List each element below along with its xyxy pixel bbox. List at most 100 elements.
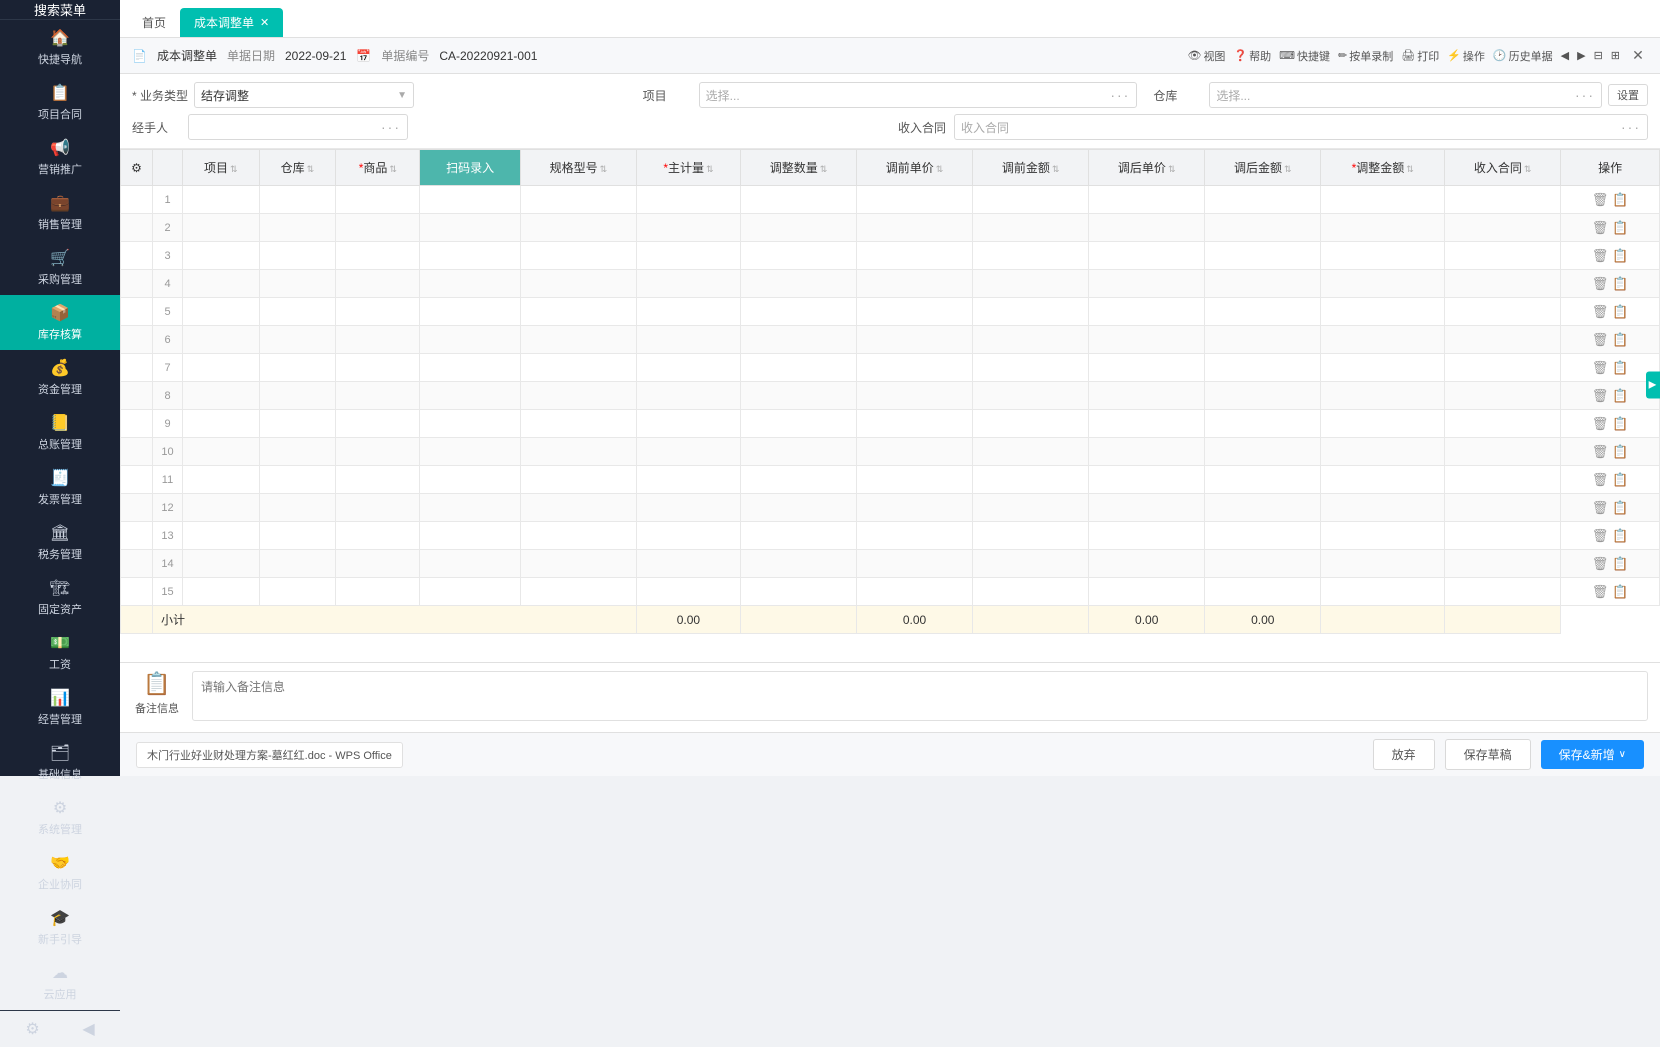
cell-before-amount[interactable] — [973, 242, 1089, 270]
sidebar-item-basic-info[interactable]: 🗂基础信息 — [0, 735, 120, 790]
delete-row-btn[interactable]: 🗑 — [1592, 304, 1609, 320]
cell-project[interactable] — [183, 326, 260, 354]
col-before-price[interactable]: 调前单价⇅ — [857, 150, 973, 186]
cell-after-price[interactable] — [1089, 382, 1205, 410]
sidebar-item-sales-promo[interactable]: 📢营销推广 — [0, 130, 120, 185]
cell-income-contract[interactable] — [1445, 354, 1561, 382]
cell-before-amount[interactable] — [973, 354, 1089, 382]
cell-after-price[interactable] — [1089, 242, 1205, 270]
cell-product[interactable] — [336, 522, 420, 550]
copy-row-btn[interactable]: 📋 — [1612, 276, 1628, 292]
cell-product[interactable] — [336, 326, 420, 354]
tab-cost-adjust[interactable]: 成本调整单✕ — [180, 8, 283, 37]
cell-after-amount[interactable] — [1205, 186, 1321, 214]
cell-after-price[interactable] — [1089, 326, 1205, 354]
cell-warehouse[interactable] — [259, 326, 336, 354]
delete-row-btn[interactable]: 🗑 — [1592, 332, 1609, 348]
cell-unit[interactable] — [636, 578, 740, 606]
cell-scan-input[interactable] — [420, 410, 520, 438]
delete-row-btn[interactable]: 🗑 — [1592, 416, 1609, 432]
cell-before-amount[interactable] — [973, 410, 1089, 438]
cell-adjust-qty[interactable] — [740, 494, 856, 522]
cell-project[interactable] — [183, 186, 260, 214]
cell-after-price[interactable] — [1089, 410, 1205, 438]
cell-warehouse[interactable] — [259, 242, 336, 270]
cell-before-amount[interactable] — [973, 214, 1089, 242]
cell-scan-input[interactable] — [420, 494, 520, 522]
cell-adjust-qty[interactable] — [740, 354, 856, 382]
cell-unit[interactable] — [636, 242, 740, 270]
cell-adjust-amount[interactable] — [1321, 410, 1445, 438]
cell-adjust-amount[interactable] — [1321, 298, 1445, 326]
cell-adjust-qty[interactable] — [740, 438, 856, 466]
save-draft-button[interactable]: 保存草稿 — [1445, 739, 1531, 770]
cell-warehouse[interactable] — [259, 410, 336, 438]
cell-unit[interactable] — [636, 466, 740, 494]
cell-after-amount[interactable] — [1205, 494, 1321, 522]
business-type-input[interactable]: 结存调整 ▼ — [194, 82, 414, 108]
cell-project[interactable] — [183, 354, 260, 382]
cell-before-amount[interactable] — [973, 522, 1089, 550]
cell-scan-input[interactable] — [420, 466, 520, 494]
toolbar-print-btn[interactable]: 🖨 打印 — [1401, 48, 1439, 64]
cell-before-amount[interactable] — [973, 550, 1089, 578]
cell-spec[interactable] — [520, 494, 636, 522]
cell-scan-input[interactable] — [420, 270, 520, 298]
copy-row-btn[interactable]: 📋 — [1612, 528, 1628, 544]
col-adjust-amount[interactable]: *调整金额⇅ — [1321, 150, 1445, 186]
cell-spec[interactable] — [520, 550, 636, 578]
cell-after-price[interactable] — [1089, 186, 1205, 214]
cell-income-contract[interactable] — [1445, 410, 1561, 438]
cell-unit[interactable] — [636, 410, 740, 438]
cell-before-price[interactable] — [857, 326, 973, 354]
cell-adjust-amount[interactable] — [1321, 550, 1445, 578]
col-scan-input[interactable]: 扫码录入 — [420, 150, 520, 186]
cell-after-amount[interactable] — [1205, 354, 1321, 382]
cell-after-price[interactable] — [1089, 494, 1205, 522]
cell-warehouse[interactable] — [259, 522, 336, 550]
cell-product[interactable] — [336, 550, 420, 578]
cell-before-amount[interactable] — [973, 186, 1089, 214]
cell-adjust-amount[interactable] — [1321, 522, 1445, 550]
cell-scan-input[interactable] — [420, 578, 520, 606]
col-settings[interactable]: ⚙ — [121, 150, 153, 186]
cell-after-amount[interactable] — [1205, 382, 1321, 410]
cell-income-contract[interactable] — [1445, 186, 1561, 214]
cell-scan-input[interactable] — [420, 438, 520, 466]
cell-spec[interactable] — [520, 522, 636, 550]
cell-before-price[interactable] — [857, 466, 973, 494]
cell-warehouse[interactable] — [259, 438, 336, 466]
cell-income-contract[interactable] — [1445, 270, 1561, 298]
delete-row-btn[interactable]: 🗑 — [1592, 472, 1609, 488]
toolbar-ops-btn[interactable]: ⚡ 操作 — [1447, 48, 1485, 64]
cell-income-contract[interactable] — [1445, 438, 1561, 466]
cell-product[interactable] — [336, 438, 420, 466]
cell-project[interactable] — [183, 578, 260, 606]
toolbar-calendar-icon[interactable]: 📅 — [356, 49, 371, 63]
cell-unit[interactable] — [636, 522, 740, 550]
copy-row-btn[interactable]: 📋 — [1612, 416, 1628, 432]
cell-after-price[interactable] — [1089, 550, 1205, 578]
cell-adjust-amount[interactable] — [1321, 242, 1445, 270]
copy-row-btn[interactable]: 📋 — [1612, 192, 1628, 208]
cell-before-amount[interactable] — [973, 438, 1089, 466]
cell-project[interactable] — [183, 270, 260, 298]
sidebar-item-payroll[interactable]: 💵工资 — [0, 625, 120, 680]
cell-adjust-amount[interactable] — [1321, 382, 1445, 410]
cell-unit[interactable] — [636, 550, 740, 578]
cell-project[interactable] — [183, 494, 260, 522]
toolbar-nav-next-btn[interactable]: ▶ — [1577, 49, 1585, 62]
cell-adjust-amount[interactable] — [1321, 438, 1445, 466]
cell-income-contract[interactable] — [1445, 466, 1561, 494]
cell-after-price[interactable] — [1089, 466, 1205, 494]
cell-before-amount[interactable] — [973, 466, 1089, 494]
cell-before-amount[interactable] — [973, 326, 1089, 354]
sidebar-item-cloud-app[interactable]: ☁云应用 — [0, 955, 120, 1010]
taskbar-item[interactable]: 木门行业好业财处理方案-墓红红.doc - WPS Office — [136, 742, 403, 768]
cell-after-price[interactable] — [1089, 522, 1205, 550]
delete-row-btn[interactable]: 🗑 — [1592, 584, 1609, 600]
sidebar-item-fixed-assets[interactable]: 🏗固定资产 — [0, 570, 120, 625]
cell-warehouse[interactable] — [259, 214, 336, 242]
cell-product[interactable] — [336, 214, 420, 242]
cell-after-price[interactable] — [1089, 438, 1205, 466]
